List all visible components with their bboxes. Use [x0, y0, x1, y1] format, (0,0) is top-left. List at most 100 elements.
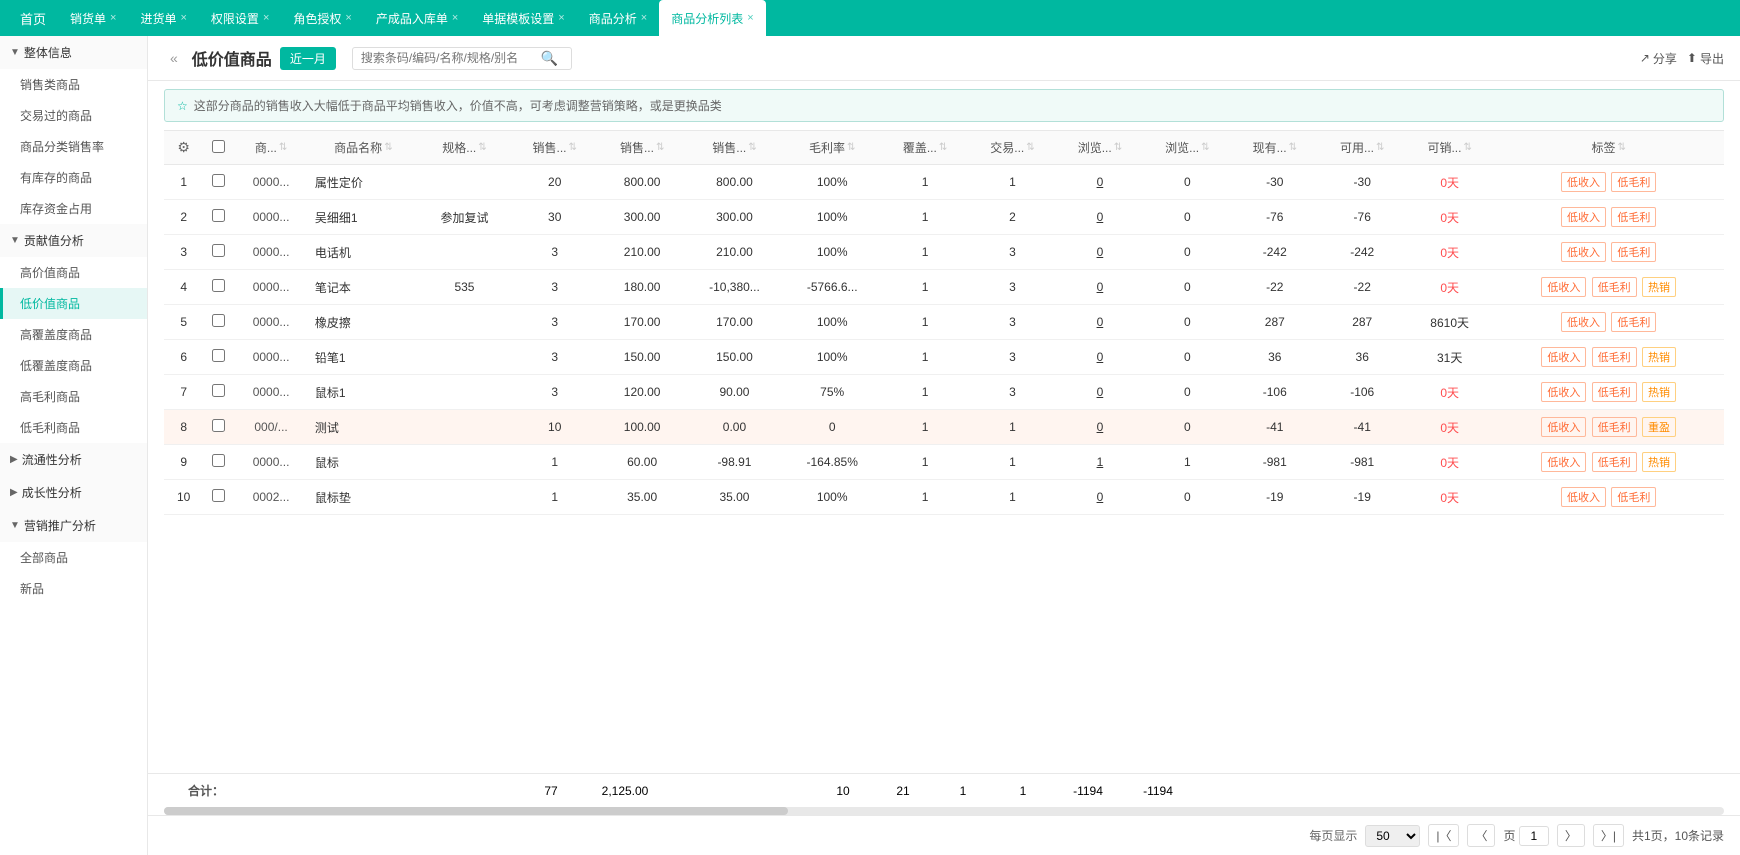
nav-product-analysis-list[interactable]: 商品分析列表×	[659, 0, 765, 36]
cell-browse1-3[interactable]: 0	[1056, 270, 1143, 305]
sort-icon-browse1[interactable]: ⇅	[1114, 142, 1122, 153]
row-checkbox-5[interactable]	[212, 349, 225, 362]
sidebar-group-overall[interactable]: ▼ 整体信息	[0, 36, 147, 69]
nav-product-warehousing-close[interactable]: ×	[452, 12, 458, 24]
th-gross-margin[interactable]: 毛利率⇅	[783, 131, 881, 165]
cell-browse1-1[interactable]: 0	[1056, 200, 1143, 235]
row-checkbox-9[interactable]	[212, 489, 225, 502]
cell-checkbox-9[interactable]	[203, 480, 233, 515]
nav-role-auth[interactable]: 角色授权×	[281, 0, 363, 36]
cell-browse1-9[interactable]: 0	[1056, 480, 1143, 515]
search-icon[interactable]: 🔍	[541, 50, 558, 67]
sidebar-item-inventory-products[interactable]: 有库存的商品	[0, 162, 147, 193]
sort-icon-sale-amount[interactable]: ⇅	[656, 142, 664, 153]
sort-icon-current-stock[interactable]: ⇅	[1289, 142, 1297, 153]
th-spec[interactable]: 规格...⇅	[418, 131, 511, 165]
row-checkbox-7[interactable]	[212, 419, 225, 432]
nav-product-analysis-close[interactable]: ×	[641, 12, 647, 24]
cell-checkbox-4[interactable]	[203, 305, 233, 340]
cell-browse1-7[interactable]: 0	[1056, 410, 1143, 445]
collapse-sidebar-button[interactable]: «	[164, 48, 184, 68]
prev-page-button[interactable]: 〈	[1467, 824, 1495, 847]
sidebar-item-inventory-capital[interactable]: 库存资金占用	[0, 193, 147, 224]
last-page-button[interactable]: 〉|	[1593, 824, 1624, 847]
page-number-input[interactable]	[1519, 826, 1549, 846]
sort-icon-tags[interactable]: ⇅	[1618, 142, 1626, 153]
sidebar-item-sales-products[interactable]: 销售类商品	[0, 69, 147, 100]
th-sale-amount[interactable]: 销售...⇅	[598, 131, 685, 165]
th-tags[interactable]: 标签⇅	[1493, 131, 1724, 165]
cell-checkbox-0[interactable]	[203, 165, 233, 200]
row-checkbox-3[interactable]	[212, 279, 225, 292]
cell-checkbox-8[interactable]	[203, 445, 233, 480]
th-code[interactable]: 商...⇅	[233, 131, 309, 165]
row-checkbox-1[interactable]	[212, 209, 225, 222]
nav-sales[interactable]: 销货单×	[58, 0, 128, 36]
sort-icon-name[interactable]: ⇅	[384, 142, 392, 153]
sort-icon-browse2[interactable]: ⇅	[1201, 142, 1209, 153]
row-checkbox-8[interactable]	[212, 454, 225, 467]
sort-icon-sale-profit[interactable]: ⇅	[748, 142, 756, 153]
cell-browse1-5[interactable]: 0	[1056, 340, 1143, 375]
th-browse1[interactable]: 浏览...⇅	[1056, 131, 1143, 165]
sort-icon-saleable-days[interactable]: ⇅	[1463, 142, 1471, 153]
sort-icon-gross-margin[interactable]: ⇅	[847, 142, 855, 153]
export-button[interactable]: ⬆ 导出	[1687, 50, 1724, 67]
cell-browse1-6[interactable]: 0	[1056, 375, 1143, 410]
row-checkbox-6[interactable]	[212, 384, 225, 397]
nav-product-analysis-list-close[interactable]: ×	[747, 12, 753, 24]
sidebar-item-high-margin[interactable]: 高毛利商品	[0, 381, 147, 412]
sidebar-item-low-margin[interactable]: 低毛利商品	[0, 412, 147, 443]
nav-purchase[interactable]: 进货单×	[128, 0, 198, 36]
nav-permissions-close[interactable]: ×	[263, 12, 269, 24]
nav-home[interactable]: 首页	[8, 0, 58, 36]
th-transaction[interactable]: 交易...⇅	[969, 131, 1056, 165]
nav-template-settings[interactable]: 单据模板设置×	[470, 0, 576, 36]
sidebar-group-circulation[interactable]: ▶ 流通性分析	[0, 443, 147, 476]
sort-icon-coverage[interactable]: ⇅	[939, 142, 947, 153]
nav-template-settings-close[interactable]: ×	[558, 12, 564, 24]
row-checkbox-2[interactable]	[212, 244, 225, 257]
sidebar-group-growth[interactable]: ▶ 成长性分析	[0, 476, 147, 509]
cell-checkbox-3[interactable]	[203, 270, 233, 305]
sidebar-item-high-value[interactable]: 高价值商品	[0, 257, 147, 288]
column-settings-icon[interactable]: ⚙	[177, 139, 190, 155]
cell-checkbox-1[interactable]	[203, 200, 233, 235]
sort-icon-transaction[interactable]: ⇅	[1026, 142, 1034, 153]
share-button[interactable]: ↗ 分享	[1640, 50, 1677, 67]
row-checkbox-0[interactable]	[212, 174, 225, 187]
cell-browse1-8[interactable]: 1	[1056, 445, 1143, 480]
sidebar-item-all-products[interactable]: 全部商品	[0, 542, 147, 573]
next-page-button[interactable]: 〉	[1557, 824, 1585, 847]
first-page-button[interactable]: |〈	[1428, 824, 1459, 847]
nav-sales-close[interactable]: ×	[110, 12, 116, 24]
sidebar-item-low-coverage[interactable]: 低覆盖度商品	[0, 350, 147, 381]
th-name[interactable]: 商品名称⇅	[309, 131, 418, 165]
sort-icon-available-stock[interactable]: ⇅	[1376, 142, 1384, 153]
sidebar-item-low-value[interactable]: 低价值商品	[0, 288, 147, 319]
page-size-select[interactable]: 50 100	[1365, 825, 1420, 847]
table-container[interactable]: ⚙ 商...⇅ 商品名称⇅ 规格...⇅ 销售...⇅ 销售...⇅ 销售...…	[148, 130, 1740, 773]
row-checkbox-4[interactable]	[212, 314, 225, 327]
sidebar-group-marketing[interactable]: ▼ 营销推广分析	[0, 509, 147, 542]
sort-icon-code[interactable]: ⇅	[279, 142, 287, 153]
th-gear[interactable]: ⚙	[164, 131, 203, 165]
cell-browse1-0[interactable]: 0	[1056, 165, 1143, 200]
nav-role-auth-close[interactable]: ×	[345, 12, 351, 24]
cell-browse1-2[interactable]: 0	[1056, 235, 1143, 270]
cell-checkbox-7[interactable]	[203, 410, 233, 445]
sidebar-item-new-products[interactable]: 新品	[0, 573, 147, 604]
sidebar-item-traded-products[interactable]: 交易过的商品	[0, 100, 147, 131]
filter-recent-month-button[interactable]: 近一月	[280, 47, 336, 70]
select-all-checkbox[interactable]	[212, 140, 225, 153]
th-sale-profit[interactable]: 销售...⇅	[686, 131, 783, 165]
cell-checkbox-5[interactable]	[203, 340, 233, 375]
sort-icon-sale-qty[interactable]: ⇅	[569, 142, 577, 153]
cell-checkbox-2[interactable]	[203, 235, 233, 270]
th-browse2[interactable]: 浏览...⇅	[1144, 131, 1231, 165]
nav-product-analysis[interactable]: 商品分析×	[577, 0, 659, 36]
th-saleable-days[interactable]: 可销...⇅	[1406, 131, 1493, 165]
sidebar-item-category-sales-rate[interactable]: 商品分类销售率	[0, 131, 147, 162]
sidebar-group-contribution[interactable]: ▼ 贡献值分析	[0, 224, 147, 257]
nav-permissions[interactable]: 权限设置×	[199, 0, 281, 36]
